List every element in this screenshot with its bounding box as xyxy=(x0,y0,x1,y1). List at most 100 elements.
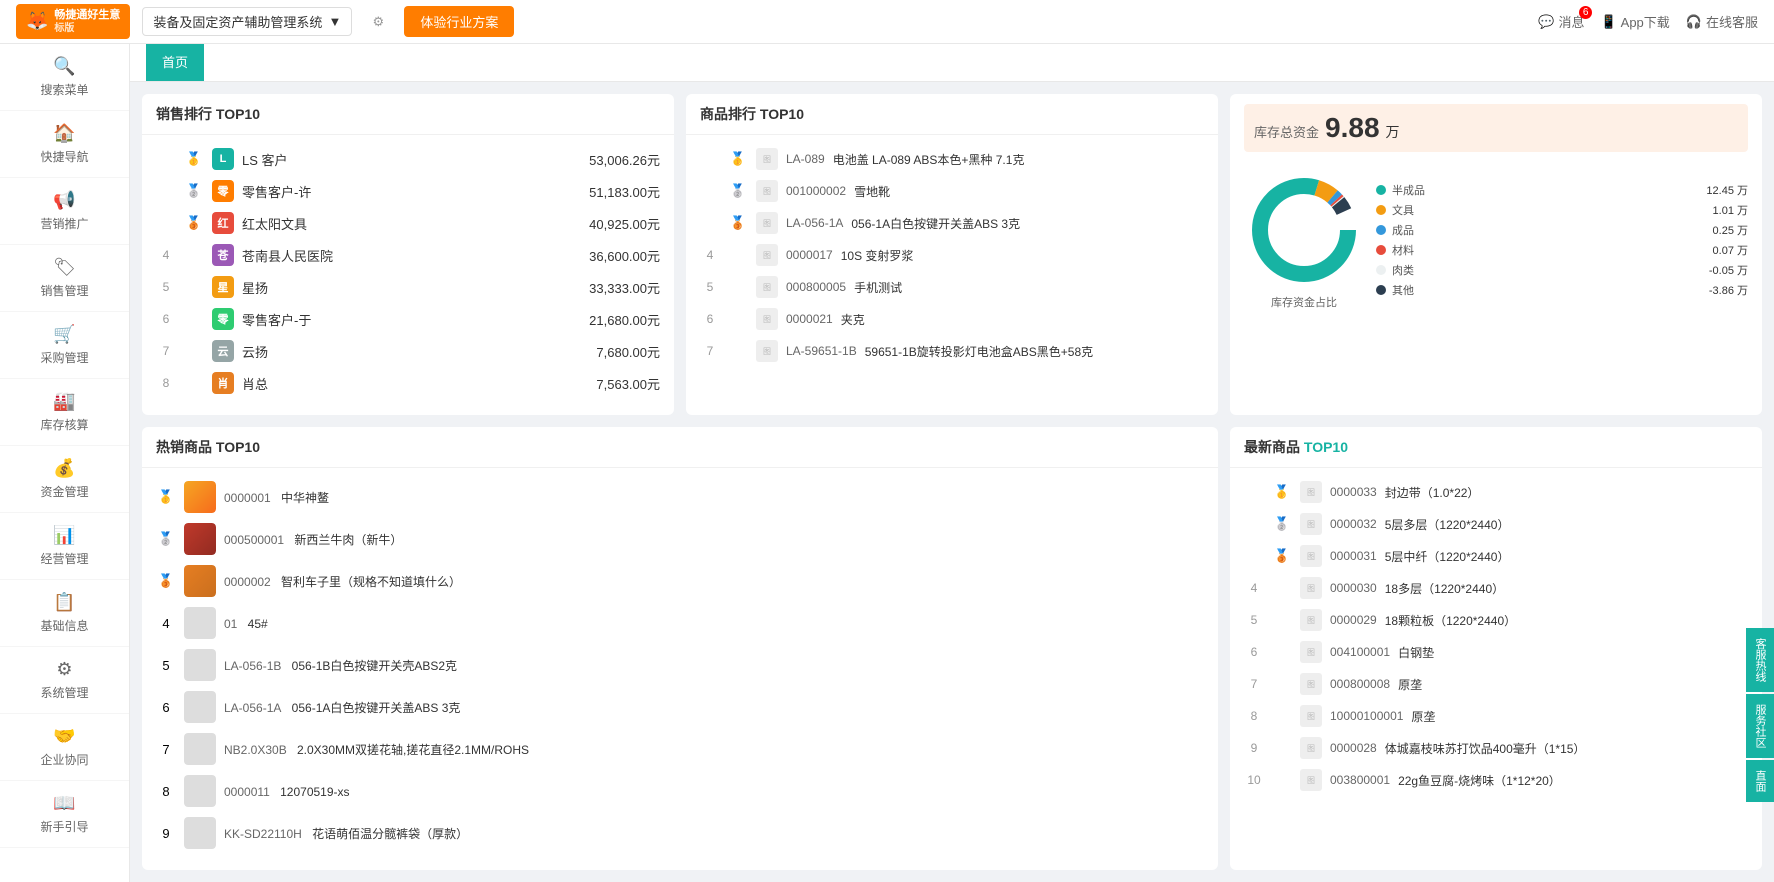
sidebar-item-purchase[interactable]: 🛒 采购管理 xyxy=(0,312,129,379)
list-item: 🥇 图 LA-089 电池盖 LA-089 ABS本色+黑种 7.1克 xyxy=(686,143,1218,175)
rank-indicator: 🥇 xyxy=(156,489,176,505)
rank-num: 4 xyxy=(700,248,720,262)
list-item: 7 图 LA-59651-1B 59651-1B旋转投影灯电池盒ABS黑色+58… xyxy=(686,335,1218,367)
sidebar-item-sales[interactable]: 🏷 销售管理 xyxy=(0,245,129,312)
donut-chart xyxy=(1244,170,1364,290)
inventory-chart-label: 库存资金占比 xyxy=(1244,294,1364,310)
legend-value: -0.05 万 xyxy=(1709,262,1748,278)
marketing-icon: 📢 xyxy=(53,190,75,211)
list-item: 🥉 红 红太阳文具 40,925.00元 xyxy=(142,207,674,239)
product-code: 0000001 xyxy=(224,491,277,505)
sidebar-item-operations[interactable]: 📊 经营管理 xyxy=(0,513,129,580)
sidebar-item-quick-nav[interactable]: 🏠 快捷导航 xyxy=(0,111,129,178)
sidebar: 🔍 搜索菜单 🏠 快捷导航 📢 营销推广 🏷 销售管理 🛒 采购管理 🏭 库存核… xyxy=(0,44,130,882)
rank-medal: 🥇 xyxy=(184,151,204,167)
sidebar-item-search[interactable]: 🔍 搜索菜单 xyxy=(0,44,129,111)
message-badge[interactable]: 💬 消息 6 xyxy=(1538,12,1584,31)
product-code: 0000033 xyxy=(1330,485,1377,499)
rank-medal: 🥉 xyxy=(184,215,204,231)
customer-ranking-title: 销售排行 TOP10 xyxy=(142,94,674,135)
product-info: 01 45# xyxy=(224,616,1204,631)
list-item: 6 图 0000021 夹克 xyxy=(686,303,1218,335)
content-area: 首页 销售排行 TOP10 🥇 L LS 客户 53,006.26元 🥈 零 零… xyxy=(130,44,1774,882)
legend-dot xyxy=(1376,265,1386,275)
customer-avatar: 肖 xyxy=(212,372,234,394)
inventory-header: 库存总资金 9.88 万 xyxy=(1230,94,1762,162)
settings-icon[interactable]: ⚙ xyxy=(364,8,392,36)
legend-dot xyxy=(1376,245,1386,255)
topbar: 🦊 畅捷通好生意 标版 装备及固定资产辅助管理系统 ▼ ⚙ 体验行业方案 💬 消… xyxy=(0,0,1774,44)
product-image xyxy=(184,523,216,555)
sidebar-item-inventory[interactable]: 🏭 库存核算 xyxy=(0,379,129,446)
sidebar-item-guide[interactable]: 📖 新手引导 xyxy=(0,781,129,848)
sale-product-list: 🥇 图 LA-089 电池盖 LA-089 ABS本色+黑种 7.1克 🥈 图 … xyxy=(686,135,1218,375)
list-item: 🥈 图 001000002 雪地靴 xyxy=(686,175,1218,207)
rank-indicator: 🥉 xyxy=(156,573,176,589)
rank-num: 4 xyxy=(1244,581,1264,595)
list-item: 5 LA-056-1B 056-1B白色按键开关壳ABS2克 xyxy=(142,644,1218,686)
product-name: 056-1A白色按键开关盖ABS 3克 xyxy=(292,701,461,715)
trial-button[interactable]: 体验行业方案 xyxy=(404,6,514,37)
product-thumbnail: 图 xyxy=(1300,545,1322,567)
list-item: 🥈 图 0000032 5层多层（1220*2440） xyxy=(1230,508,1762,540)
community-button[interactable]: 服务社区 xyxy=(1746,694,1774,758)
product-info: 0000011 12070519-xs xyxy=(224,784,1204,799)
product-name: 封边带（1.0*22） xyxy=(1385,484,1748,501)
online-service-link[interactable]: 🎧 在线客服 xyxy=(1686,12,1758,31)
online-service-label: 在线客服 xyxy=(1706,12,1758,31)
customer-list: 🥇 L LS 客户 53,006.26元 🥈 零 零售客户-许 51,183.0… xyxy=(142,135,674,407)
legend-name: 其他 xyxy=(1392,282,1703,298)
rank-num: 7 xyxy=(1244,677,1264,691)
list-item: 4 图 0000017 10S 变射罗浆 xyxy=(686,239,1218,271)
headset-icon: 🎧 xyxy=(1686,14,1702,30)
list-item: 7 图 000800008 原垄 xyxy=(1230,668,1762,700)
feedback-button[interactable]: 直面 xyxy=(1746,760,1774,802)
sidebar-item-basic[interactable]: 📋 基础信息 xyxy=(0,580,129,647)
rank-num: 6 xyxy=(156,312,176,326)
tab-home[interactable]: 首页 xyxy=(146,44,204,81)
list-item: 🥇 图 0000033 封边带（1.0*22） xyxy=(1230,476,1762,508)
list-item: 8 肖 肖总 7,563.00元 xyxy=(142,367,674,399)
legend-dot xyxy=(1376,185,1386,195)
list-item: 6 图 004100001 白钢垫 xyxy=(1230,636,1762,668)
product-thumbnail: 图 xyxy=(1300,705,1322,727)
rank-indicator: 7 xyxy=(156,742,176,757)
sidebar-item-finance[interactable]: 💰 资金管理 xyxy=(0,446,129,513)
product-code: 0000029 xyxy=(1330,613,1377,627)
rank-num: 4 xyxy=(156,248,176,262)
system-selector[interactable]: 装备及固定资产辅助管理系统 ▼ xyxy=(142,7,352,36)
product-code: 000500001 xyxy=(224,533,291,547)
product-name: 5层多层（1220*2440） xyxy=(1385,516,1748,533)
sidebar-item-marketing[interactable]: 📢 营销推广 xyxy=(0,178,129,245)
sidebar-item-system[interactable]: ⚙ 系统管理 xyxy=(0,647,129,714)
list-item: 4 苍 苍南县人民医院 36,600.00元 xyxy=(142,239,674,271)
app-download-link[interactable]: 📱 App下载 xyxy=(1600,12,1669,31)
inventory-label: 库存总资金 xyxy=(1254,122,1319,141)
inventory-panel: 库存总资金 9.88 万 xyxy=(1230,94,1762,415)
list-item: 🥇 0000001 中华神鳌 xyxy=(142,476,1218,518)
customer-avatar: 零 xyxy=(212,308,234,330)
customer-service-button[interactable]: 客服热线 xyxy=(1746,628,1774,692)
rank-indicator: 6 xyxy=(156,700,176,715)
product-thumbnail: 图 xyxy=(1300,513,1322,535)
product-code: 0000021 xyxy=(786,312,833,326)
product-code: 0000017 xyxy=(786,248,833,262)
rank-medal: 🥉 xyxy=(1272,548,1292,564)
product-name: 22g鱼豆腐-烧烤味（1*12*20） xyxy=(1398,772,1748,789)
list-item: 8 图 10000100001 原垄 xyxy=(1230,700,1762,732)
product-thumbnail: 图 xyxy=(1300,609,1322,631)
list-item: 5 星 星扬 33,333.00元 xyxy=(142,271,674,303)
rank-num: 5 xyxy=(1244,613,1264,627)
customer-amount: 51,183.00元 xyxy=(589,182,660,201)
customer-name: 零售客户-许 xyxy=(242,182,581,201)
list-item: 8 0000011 12070519-xs xyxy=(142,770,1218,812)
product-code: 0000030 xyxy=(1330,581,1377,595)
list-item: 🥈 000500001 新西兰牛肉（新牛） xyxy=(142,518,1218,560)
rank-num: 9 xyxy=(1244,741,1264,755)
finance-icon: 💰 xyxy=(53,458,75,479)
rank-medal: 🥇 xyxy=(1272,484,1292,500)
product-info: 0000002 智利车子里（规格不知道填什么） xyxy=(224,573,1204,590)
customer-name: 苍南县人民医院 xyxy=(242,246,581,265)
sidebar-item-company[interactable]: 🤝 企业协同 xyxy=(0,714,129,781)
list-item: 6 零 零售客户-于 21,680.00元 xyxy=(142,303,674,335)
